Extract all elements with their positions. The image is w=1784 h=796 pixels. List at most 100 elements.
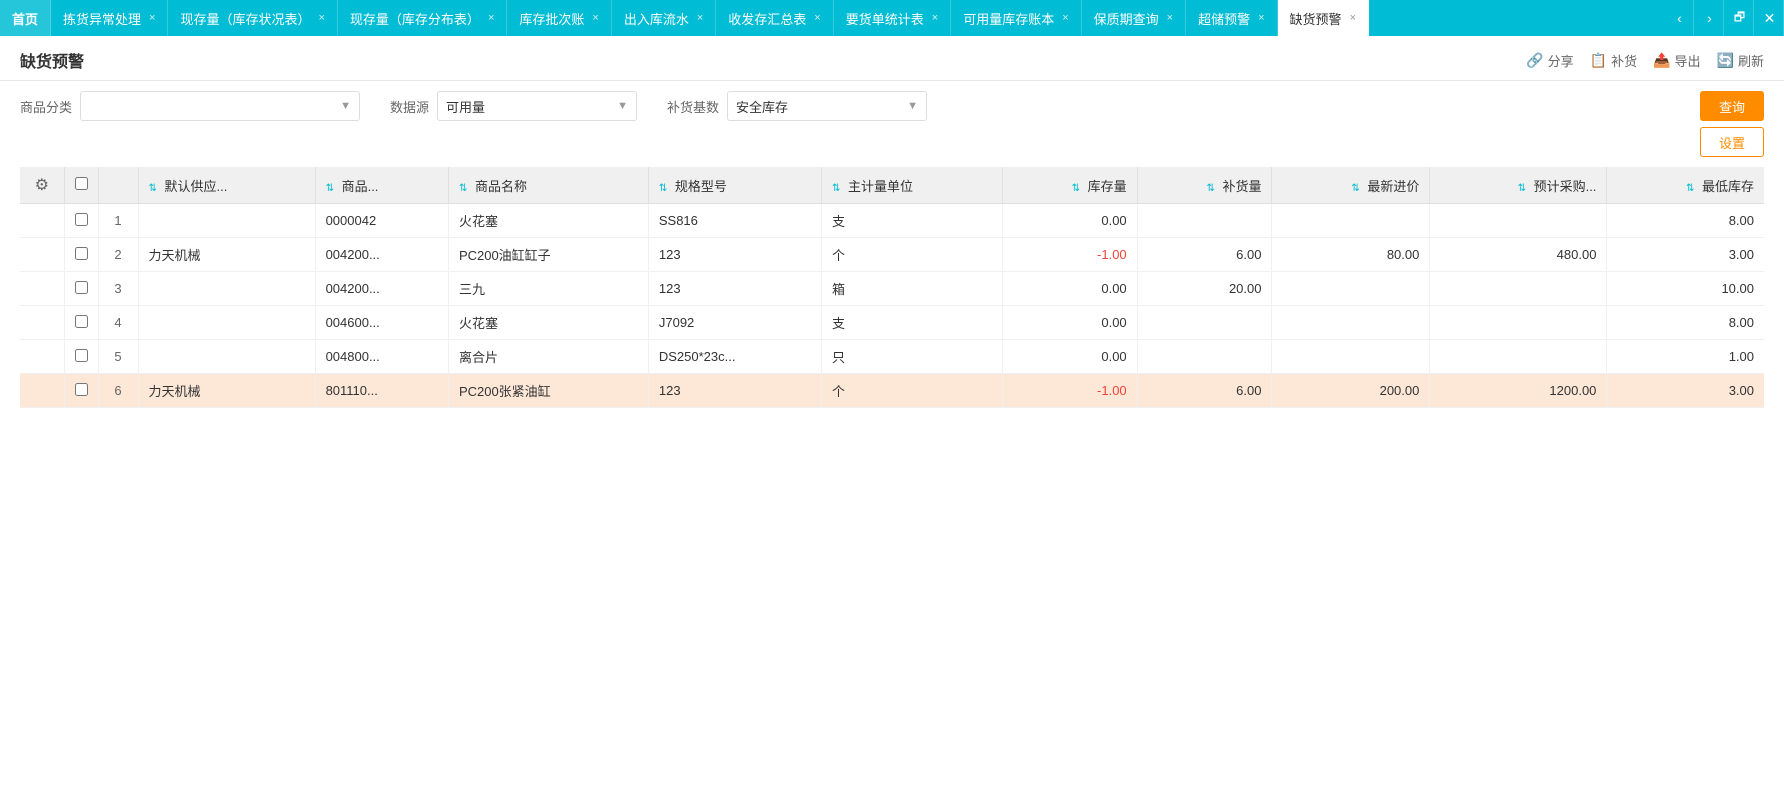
page-header: 缺货预警 🔗 分享 📋 补货 📤 导出 🔄 刷新	[0, 36, 1784, 81]
row-stock-2: 0.00	[1002, 272, 1137, 306]
row-checkbox-input-4[interactable]	[75, 349, 88, 362]
col-est-purchase-header[interactable]: ⇅ 预计采购...	[1430, 167, 1607, 204]
close-overstock[interactable]: ×	[1258, 12, 1264, 24]
row-replenish-4	[1137, 340, 1272, 374]
close-order[interactable]: ×	[932, 12, 938, 24]
export-button[interactable]: 📤 导出	[1653, 51, 1700, 70]
close-inout[interactable]: ×	[697, 12, 703, 24]
row-checkbox-input-3[interactable]	[75, 315, 88, 328]
col-unit-header[interactable]: ⇅ 主计量单位	[821, 167, 1002, 204]
row-checkbox-input-1[interactable]	[75, 247, 88, 260]
row-latest-price-0	[1272, 204, 1430, 238]
tab-collect[interactable]: 收发存汇总表 ×	[716, 0, 833, 36]
row-supplier-2	[138, 272, 315, 306]
replenish-base-select[interactable]: 安全库存 ▼	[727, 91, 927, 121]
row-settings-2	[20, 272, 64, 306]
refresh-button[interactable]: 🔄 刷新	[1717, 51, 1764, 70]
row-stock-4: 0.00	[1002, 340, 1137, 374]
query-button[interactable]: 查询	[1700, 91, 1764, 121]
tab-stock1[interactable]: 现存量（库存状况表） ×	[168, 0, 337, 36]
tab-home[interactable]: 首页	[0, 0, 51, 36]
close-expiry[interactable]: ×	[1167, 12, 1173, 24]
page-title: 缺货预警	[20, 48, 84, 72]
row-checkbox-2[interactable]	[64, 272, 98, 306]
settings-gear-icon[interactable]: ⚙	[35, 177, 49, 194]
col-supplier-label: 默认供应...	[165, 179, 228, 194]
tab-expiry-label: 保质期查询	[1094, 9, 1159, 28]
nav-arrow-right[interactable]: ›	[1696, 0, 1724, 36]
col-code-label: 商品...	[342, 179, 379, 194]
row-latest-price-4	[1272, 340, 1430, 374]
col-stock-header[interactable]: ⇅ 库存量	[1002, 167, 1137, 204]
tab-batch[interactable]: 库存批次账 ×	[507, 0, 611, 36]
row-name-2: 三九	[448, 272, 648, 306]
row-latest-price-2	[1272, 272, 1430, 306]
col-supplier-header[interactable]: ⇅ 默认供应...	[138, 167, 315, 204]
select-all-checkbox[interactable]	[75, 177, 88, 190]
tab-shortage[interactable]: 缺货预警 ×	[1278, 0, 1369, 36]
nav-arrow-left[interactable]: ‹	[1666, 0, 1694, 36]
tab-overstock[interactable]: 超储预警 ×	[1186, 0, 1277, 36]
row-supplier-4	[138, 340, 315, 374]
row-code-2: 004200...	[315, 272, 448, 306]
tab-stock2[interactable]: 现存量（库存分布表） ×	[338, 0, 507, 36]
share-label: 分享	[1548, 51, 1574, 70]
col-est-purchase-label: 预计采购...	[1534, 179, 1597, 194]
category-filter: 商品分类 ▼	[20, 91, 360, 121]
row-checkbox-input-5[interactable]	[75, 383, 88, 396]
tab-stock2-label: 现存量（库存分布表）	[350, 9, 480, 28]
col-checkbox-header[interactable]	[64, 167, 98, 204]
table-container: ⚙ ⇅ 默认供应... ⇅ 商品... ⇅	[0, 167, 1784, 408]
row-replenish-2: 20.00	[1137, 272, 1272, 306]
close-collect[interactable]: ×	[814, 12, 820, 24]
row-replenish-0	[1137, 204, 1272, 238]
nav-restore-btn[interactable]: 🗗	[1726, 0, 1754, 36]
col-spec-header[interactable]: ⇅ 规格型号	[648, 167, 821, 204]
filter-buttons: 查询 设置	[1700, 91, 1764, 157]
row-code-4: 004800...	[315, 340, 448, 374]
row-checkbox-3[interactable]	[64, 306, 98, 340]
share-button[interactable]: 🔗 分享	[1526, 51, 1573, 70]
row-checkbox-5[interactable]	[64, 374, 98, 408]
row-unit-5: 个	[821, 374, 1002, 408]
row-checkbox-4[interactable]	[64, 340, 98, 374]
nav-close-btn[interactable]: ✕	[1756, 0, 1784, 36]
tab-available[interactable]: 可用量库存账本 ×	[951, 0, 1081, 36]
close-stock2[interactable]: ×	[488, 12, 494, 24]
tab-abnormal[interactable]: 拣货异常处理 ×	[51, 0, 168, 36]
tab-expiry[interactable]: 保质期查询 ×	[1082, 0, 1186, 36]
tab-inout[interactable]: 出入库流水 ×	[612, 0, 716, 36]
row-checkbox-input-2[interactable]	[75, 281, 88, 294]
row-min-stock-0: 8.00	[1607, 204, 1764, 238]
close-stock1[interactable]: ×	[318, 12, 324, 24]
col-name-header[interactable]: ⇅ 商品名称	[448, 167, 648, 204]
replenish-base-label: 补货基数	[667, 97, 719, 116]
table-row: 2 力天机械 004200... PC200油缸缸子 123 个 -1.00 6…	[20, 238, 1764, 272]
row-checkbox-1[interactable]	[64, 238, 98, 272]
tab-abnormal-label: 拣货异常处理	[63, 9, 141, 28]
close-available[interactable]: ×	[1062, 12, 1068, 24]
replenish-icon: 📋	[1590, 52, 1607, 69]
row-checkbox-0[interactable]	[64, 204, 98, 238]
col-latest-price-header[interactable]: ⇅ 最新进价	[1272, 167, 1430, 204]
close-abnormal[interactable]: ×	[149, 12, 155, 24]
category-select[interactable]: ▼	[80, 91, 360, 121]
col-replenish-header[interactable]: ⇅ 补货量	[1137, 167, 1272, 204]
col-code-header[interactable]: ⇅ 商品...	[315, 167, 448, 204]
col-min-stock-header[interactable]: ⇅ 最低库存	[1607, 167, 1764, 204]
row-checkbox-input-0[interactable]	[75, 213, 88, 226]
close-batch[interactable]: ×	[592, 12, 598, 24]
settings-button[interactable]: 设置	[1700, 127, 1764, 157]
replenish-button[interactable]: 📋 补货	[1590, 51, 1637, 70]
page-content: 缺货预警 🔗 分享 📋 补货 📤 导出 🔄 刷新 商品分类	[0, 36, 1784, 796]
col-name-label: 商品名称	[475, 179, 527, 194]
tab-order[interactable]: 要货单统计表 ×	[834, 0, 951, 36]
replenish-base-filter: 补货基数 安全库存 ▼	[667, 91, 927, 121]
row-est-purchase-0	[1430, 204, 1607, 238]
col-spec-label: 规格型号	[675, 179, 727, 194]
col-settings[interactable]: ⚙	[20, 167, 64, 204]
close-shortage[interactable]: ×	[1350, 12, 1356, 24]
datasource-select[interactable]: 可用量 ▼	[437, 91, 637, 121]
row-settings-5	[20, 374, 64, 408]
row-settings-3	[20, 306, 64, 340]
